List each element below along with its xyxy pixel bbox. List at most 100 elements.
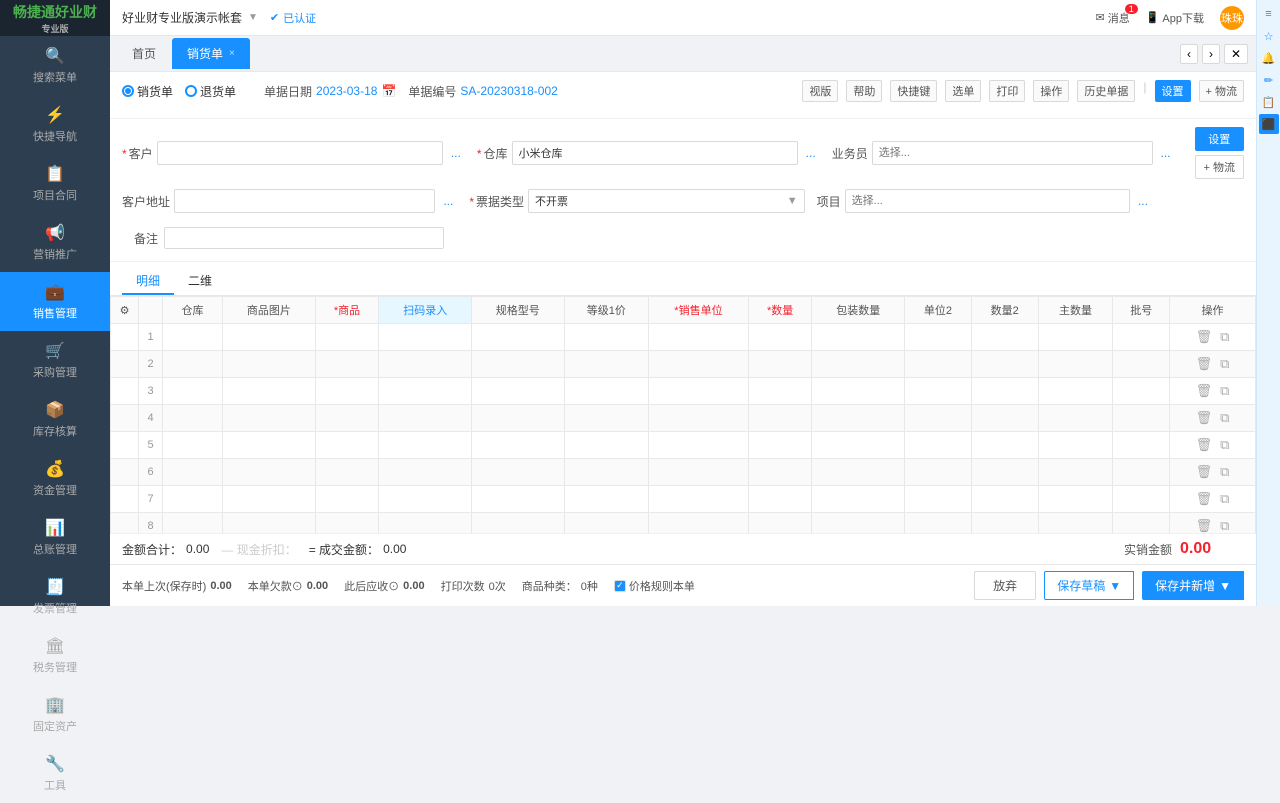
row-delete-btn[interactable]: 🗑 <box>1193 355 1216 373</box>
row-unit-sale[interactable] <box>649 486 749 513</box>
row-batch[interactable] <box>1113 378 1170 405</box>
row-pkg-qty[interactable] <box>812 513 905 534</box>
row-price1[interactable] <box>564 432 649 459</box>
customer-input[interactable] <box>157 141 443 165</box>
row-pkg-qty[interactable] <box>812 405 905 432</box>
row-main-qty[interactable] <box>1038 513 1113 534</box>
row-main-qty[interactable] <box>1038 459 1113 486</box>
col-unit-sale[interactable]: *销售单位 <box>649 297 749 324</box>
row-main-qty[interactable] <box>1038 486 1113 513</box>
tab-detail[interactable]: 明细 <box>122 268 174 295</box>
message-btn[interactable]: ✉ 消息 1 <box>1096 10 1130 26</box>
row-batch[interactable] <box>1113 486 1170 513</box>
row-pkg-qty[interactable] <box>812 351 905 378</box>
row-barcode[interactable] <box>379 324 472 351</box>
warehouse-select[interactable]: 小米仓库 <box>512 141 798 165</box>
row-unit2[interactable] <box>905 432 972 459</box>
user-avatar[interactable]: 珠珠 <box>1220 6 1244 30</box>
sidebar-item-tax[interactable]: 🏛 税务管理 <box>0 626 110 685</box>
row-spec[interactable] <box>471 486 564 513</box>
row-unit2[interactable] <box>905 351 972 378</box>
row-unit-sale[interactable] <box>649 378 749 405</box>
tab-close-icon[interactable]: × <box>229 48 235 59</box>
sidebar-item-purchase[interactable]: 🛒 采购管理 <box>0 331 110 390</box>
right-btn-6[interactable]: ⬛ <box>1259 114 1279 134</box>
row-product[interactable] <box>315 351 379 378</box>
tab-close-btn[interactable]: ✕ <box>1224 44 1248 64</box>
row-pkg-qty[interactable] <box>812 459 905 486</box>
right-btn-1[interactable]: ≡ <box>1259 4 1279 24</box>
row-price1[interactable] <box>564 405 649 432</box>
setup-btn-side[interactable]: 设置 <box>1195 127 1244 151</box>
sidebar-item-sales[interactable]: 💼 销售管理 <box>0 272 110 331</box>
row-unit2[interactable] <box>905 486 972 513</box>
history-btn[interactable]: 历史单据 <box>1077 80 1135 102</box>
row-delete-btn[interactable]: 🗑 <box>1193 436 1216 454</box>
row-img[interactable] <box>223 324 316 351</box>
view-btn[interactable]: 视版 <box>802 80 838 102</box>
row-copy-btn[interactable]: ⧉ <box>1217 382 1232 400</box>
row-product[interactable] <box>315 405 379 432</box>
radio-return[interactable]: 退货单 <box>185 83 236 100</box>
row-product[interactable] <box>315 513 379 534</box>
row-unit2[interactable] <box>905 513 972 534</box>
right-btn-5[interactable]: 📋 <box>1259 92 1279 112</box>
row-copy-btn[interactable]: ⧉ <box>1217 490 1232 508</box>
radio-sale[interactable]: 销货单 <box>122 83 173 100</box>
row-unit2[interactable] <box>905 459 972 486</box>
shortcut-btn[interactable]: 快捷键 <box>890 80 937 102</box>
row-spec[interactable] <box>471 513 564 534</box>
right-btn-2[interactable]: ☆ <box>1259 26 1279 46</box>
row-copy-btn[interactable]: ⧉ <box>1217 517 1232 533</box>
row-copy-btn[interactable]: ⧉ <box>1217 355 1232 373</box>
row-warehouse[interactable] <box>163 378 223 405</box>
row-price1[interactable] <box>564 324 649 351</box>
row-batch[interactable] <box>1113 513 1170 534</box>
row-spec[interactable] <box>471 351 564 378</box>
row-main-qty[interactable] <box>1038 432 1113 459</box>
sidebar-item-assets[interactable]: 🏢 固定资产 <box>0 685 110 744</box>
row-img[interactable] <box>223 459 316 486</box>
col-pkg-qty[interactable]: 包装数量 <box>812 297 905 324</box>
setup-btn[interactable]: 设置 <box>1155 80 1191 102</box>
row-delete-btn[interactable]: 🗑 <box>1193 382 1216 400</box>
row-qty2[interactable] <box>971 486 1038 513</box>
row-barcode[interactable] <box>379 513 472 534</box>
row-qty2[interactable] <box>971 378 1038 405</box>
row-pkg-qty[interactable] <box>812 432 905 459</box>
row-main-qty[interactable] <box>1038 405 1113 432</box>
row-warehouse[interactable] <box>163 324 223 351</box>
row-qty[interactable] <box>748 432 812 459</box>
invoice-select[interactable]: 不开票 ▼ <box>528 189 805 213</box>
calendar-icon[interactable]: 📅 <box>381 84 396 98</box>
row-product[interactable] <box>315 486 379 513</box>
row-main-qty[interactable] <box>1038 378 1113 405</box>
col-unit2[interactable]: 单位2 <box>905 297 972 324</box>
address-dots-btn[interactable]: ... <box>439 194 457 208</box>
sidebar-item-tools[interactable]: 🔧 工具 <box>0 744 110 803</box>
row-qty2[interactable] <box>971 324 1038 351</box>
row-barcode[interactable] <box>379 378 472 405</box>
row-price1[interactable] <box>564 486 649 513</box>
row-delete-btn[interactable]: 🗑 <box>1193 490 1216 508</box>
row-unit-sale[interactable] <box>649 351 749 378</box>
sidebar-item-quick[interactable]: ⚡ 快捷导航 <box>0 95 110 154</box>
row-barcode[interactable] <box>379 351 472 378</box>
row-qty[interactable] <box>748 324 812 351</box>
tab-next-btn[interactable]: › <box>1202 44 1220 64</box>
row-qty[interactable] <box>748 459 812 486</box>
col-qty[interactable]: *数量 <box>748 297 812 324</box>
row-spec[interactable] <box>471 405 564 432</box>
sidebar-item-project[interactable]: 📋 项目合同 <box>0 154 110 213</box>
col-barcode[interactable]: 扫码录入 <box>379 297 472 324</box>
project-input[interactable] <box>845 189 1130 213</box>
row-spec[interactable] <box>471 459 564 486</box>
row-delete-btn[interactable]: 🗑 <box>1193 517 1216 533</box>
address-input[interactable] <box>174 189 435 213</box>
row-warehouse[interactable] <box>163 513 223 534</box>
col-spec[interactable]: 规格型号 <box>471 297 564 324</box>
row-img[interactable] <box>223 405 316 432</box>
row-main-qty[interactable] <box>1038 324 1113 351</box>
note-input[interactable] <box>164 227 444 249</box>
col-settings[interactable]: ⚙ <box>111 297 139 324</box>
